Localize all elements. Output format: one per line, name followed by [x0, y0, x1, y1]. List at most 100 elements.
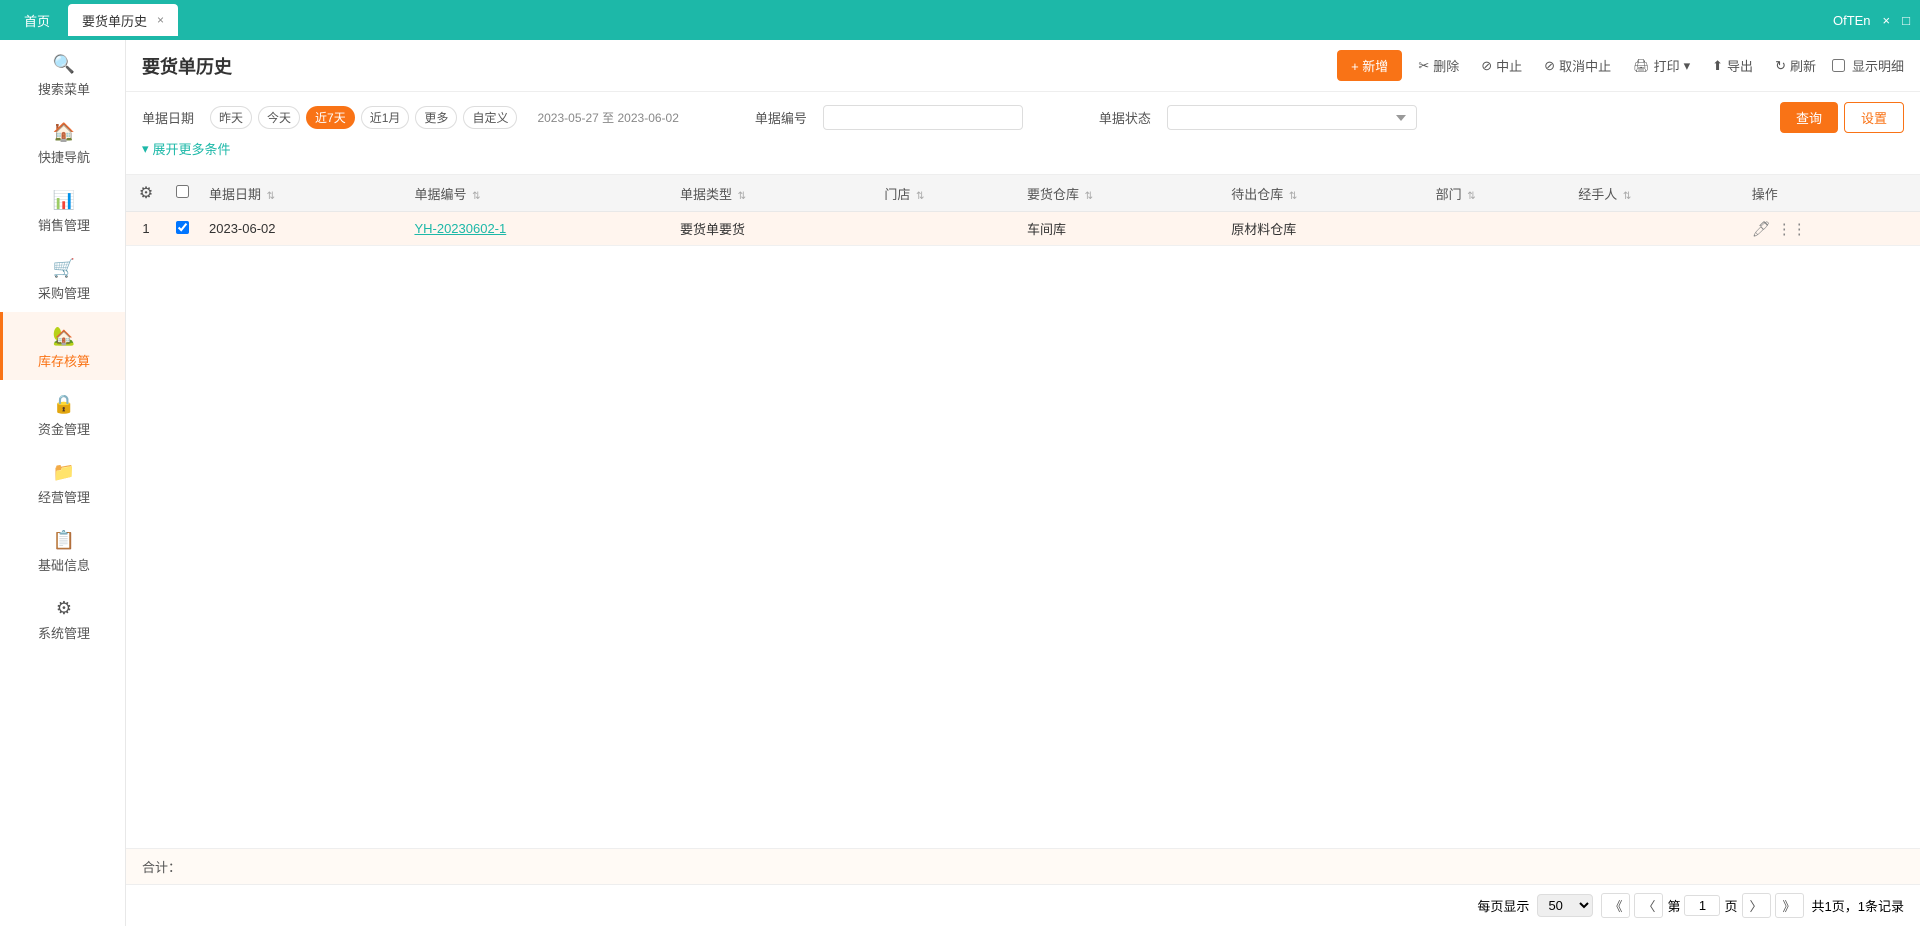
content-area: 要货单历史 + 新增 ✂ 删除 ⊘ 中止 ⊘ 取消中止 🖨 打印: [126, 40, 1920, 926]
date-btn-1month[interactable]: 近1月: [361, 106, 410, 129]
row-department: [1426, 212, 1569, 246]
stop-button[interactable]: ⊘ 中止: [1475, 52, 1528, 79]
tab-requisition-history[interactable]: 要货单历史 ×: [68, 4, 178, 36]
row-checkbox[interactable]: [166, 212, 199, 246]
date-btn-custom[interactable]: 自定义: [463, 106, 517, 129]
per-page-select[interactable]: 50 10 20 100: [1537, 894, 1593, 917]
th-action: 操作: [1742, 175, 1920, 212]
row-type: 要货单要货: [670, 212, 874, 246]
export-button[interactable]: ⬆ 导出: [1706, 52, 1759, 79]
top-maximize-icon[interactable]: □: [1902, 13, 1910, 28]
department-sort-icon[interactable]: ⇅: [1467, 191, 1475, 202]
sidebar: 🔍 搜索菜单 🏠 快捷导航 📊 销售管理 🛒 采购管理 🏡 库存核算 🔒 资金管…: [0, 40, 126, 926]
row-handler: [1568, 212, 1741, 246]
prev-page-button[interactable]: 〈: [1634, 893, 1663, 918]
date-btn-today[interactable]: 今天: [258, 106, 300, 129]
delete-label: 删除: [1433, 56, 1459, 75]
req-warehouse-sort-icon[interactable]: ⇅: [1085, 191, 1093, 202]
sidebar-item-basic-info[interactable]: 📋 基础信息: [0, 516, 125, 584]
status-filter-select[interactable]: [1167, 105, 1417, 130]
date-btn-more[interactable]: 更多: [415, 106, 457, 129]
date-range-display: 2023-05-27 至 2023-06-02: [537, 109, 678, 126]
date-btn-7days[interactable]: 近7天: [306, 106, 355, 129]
toolbar: + 新增 ✂ 删除 ⊘ 中止 ⊘ 取消中止 🖨 打印 ▾: [1337, 50, 1904, 81]
delete-button[interactable]: ✂ 删除: [1412, 52, 1465, 79]
sidebar-label-sales-mgmt: 销售管理: [38, 215, 90, 234]
sidebar-label-system-mgmt: 系统管理: [38, 623, 90, 642]
sidebar-label-finance-mgmt: 资金管理: [38, 419, 90, 438]
pagination-summary: 共1页，1条记录: [1812, 896, 1904, 915]
tab-home[interactable]: 首页: [10, 4, 64, 36]
often-label[interactable]: OfTEn: [1833, 13, 1871, 28]
code-filter-label: 单据编号: [755, 108, 807, 127]
new-button[interactable]: + 新增: [1337, 50, 1402, 81]
sidebar-item-operation-mgmt[interactable]: 📁 经营管理: [0, 448, 125, 516]
refresh-label: 刷新: [1790, 56, 1816, 75]
cancel-stop-label: 取消中止: [1559, 56, 1611, 75]
action-icons: 🖊 ⋮⋮: [1752, 220, 1910, 238]
sidebar-label-operation-mgmt: 经营管理: [38, 487, 90, 506]
code-filter-input[interactable]: [823, 105, 1023, 130]
sidebar-label-quick-nav: 快捷导航: [38, 147, 90, 166]
pagination-bar: 每页显示 50 10 20 100 《 〈 第 页 〉 》 共1页，1条记录: [126, 884, 1920, 926]
type-sort-icon[interactable]: ⇅: [738, 191, 746, 202]
table-header-row: ⚙ 单据日期 ⇅ 单据编号 ⇅: [126, 175, 1920, 212]
inventory-mgmt-icon: 🏡: [53, 326, 75, 347]
edit-action-icon[interactable]: 🖊: [1752, 220, 1771, 238]
first-page-button[interactable]: 《: [1601, 893, 1630, 918]
sidebar-label-search-menu: 搜索菜单: [38, 79, 90, 98]
query-button[interactable]: 查询: [1780, 102, 1838, 133]
data-table: ⚙ 单据日期 ⇅ 单据编号 ⇅: [126, 175, 1920, 246]
date-btn-yesterday[interactable]: 昨天: [210, 106, 252, 129]
sidebar-item-purchase-mgmt[interactable]: 🛒 采购管理: [0, 244, 125, 312]
select-all-checkbox[interactable]: [176, 185, 189, 198]
table-row: 1 2023-06-02 YH-20230602-1 要货单要货 车间库 原材料…: [126, 212, 1920, 246]
delete-icon: ✂: [1418, 58, 1429, 74]
finance-mgmt-icon: 🔒: [53, 394, 75, 415]
store-sort-icon[interactable]: ⇅: [916, 191, 924, 202]
th-settings: ⚙: [126, 175, 166, 212]
handler-sort-icon[interactable]: ⇅: [1623, 191, 1631, 202]
pending-warehouse-sort-icon[interactable]: ⇅: [1289, 191, 1297, 202]
expand-more-icon: ▾: [142, 141, 149, 157]
sidebar-item-quick-nav[interactable]: 🏠 快捷导航: [0, 108, 125, 176]
main-layout: 🔍 搜索菜单 🏠 快捷导航 📊 销售管理 🛒 采购管理 🏡 库存核算 🔒 资金管…: [0, 40, 1920, 926]
page-title: 要货单历史: [142, 53, 1337, 79]
requisition-history-tab-label: 要货单历史: [82, 11, 147, 30]
row-code-link[interactable]: YH-20230602-1: [414, 221, 506, 236]
close-tab-icon[interactable]: ×: [157, 13, 164, 27]
cancel-stop-button[interactable]: ⊘ 取消中止: [1538, 52, 1617, 79]
top-close-icon[interactable]: ×: [1883, 13, 1891, 28]
code-sort-icon[interactable]: ⇅: [472, 191, 480, 202]
sales-mgmt-icon: 📊: [53, 190, 75, 211]
expand-more-button[interactable]: ▾ 展开更多条件: [142, 139, 231, 158]
table-area: ⚙ 单据日期 ⇅ 单据编号 ⇅: [126, 175, 1920, 848]
sidebar-item-inventory-mgmt[interactable]: 🏡 库存核算: [0, 312, 125, 380]
print-button[interactable]: 🖨 打印 ▾: [1627, 52, 1696, 79]
row-select-checkbox[interactable]: [176, 221, 189, 234]
page-input[interactable]: [1684, 895, 1720, 916]
export-icon: ⬆: [1712, 58, 1723, 74]
top-right-controls: OfTEn × □: [1833, 13, 1910, 28]
next-page-button[interactable]: 〉: [1742, 893, 1771, 918]
sidebar-item-sales-mgmt[interactable]: 📊 销售管理: [0, 176, 125, 244]
th-store: 门店 ⇅: [874, 175, 1017, 212]
row-code[interactable]: YH-20230602-1: [404, 212, 670, 246]
setting-button[interactable]: 设置: [1844, 102, 1904, 133]
operation-mgmt-icon: 📁: [53, 462, 75, 483]
top-bar: 首页 要货单历史 × OfTEn × □: [0, 0, 1920, 40]
date-sort-icon[interactable]: ⇅: [267, 191, 275, 202]
quick-nav-icon: 🏠: [53, 122, 75, 143]
display-dense-toggle[interactable]: 显示明细: [1832, 56, 1904, 75]
last-page-button[interactable]: 》: [1775, 893, 1804, 918]
page-label: 第: [1667, 896, 1680, 915]
refresh-button[interactable]: ↻ 刷新: [1769, 52, 1822, 79]
display-dense-checkbox[interactable]: [1832, 59, 1845, 72]
sidebar-item-search-menu[interactable]: 🔍 搜索菜单: [0, 40, 125, 108]
stop-icon: ⊘: [1481, 58, 1492, 74]
th-department: 部门 ⇅: [1426, 175, 1569, 212]
total-pages-label: 页: [1724, 896, 1737, 915]
more-action-icon[interactable]: ⋮⋮: [1777, 220, 1807, 238]
sidebar-item-system-mgmt[interactable]: ⚙ 系统管理: [0, 584, 125, 652]
sidebar-item-finance-mgmt[interactable]: 🔒 资金管理: [0, 380, 125, 448]
